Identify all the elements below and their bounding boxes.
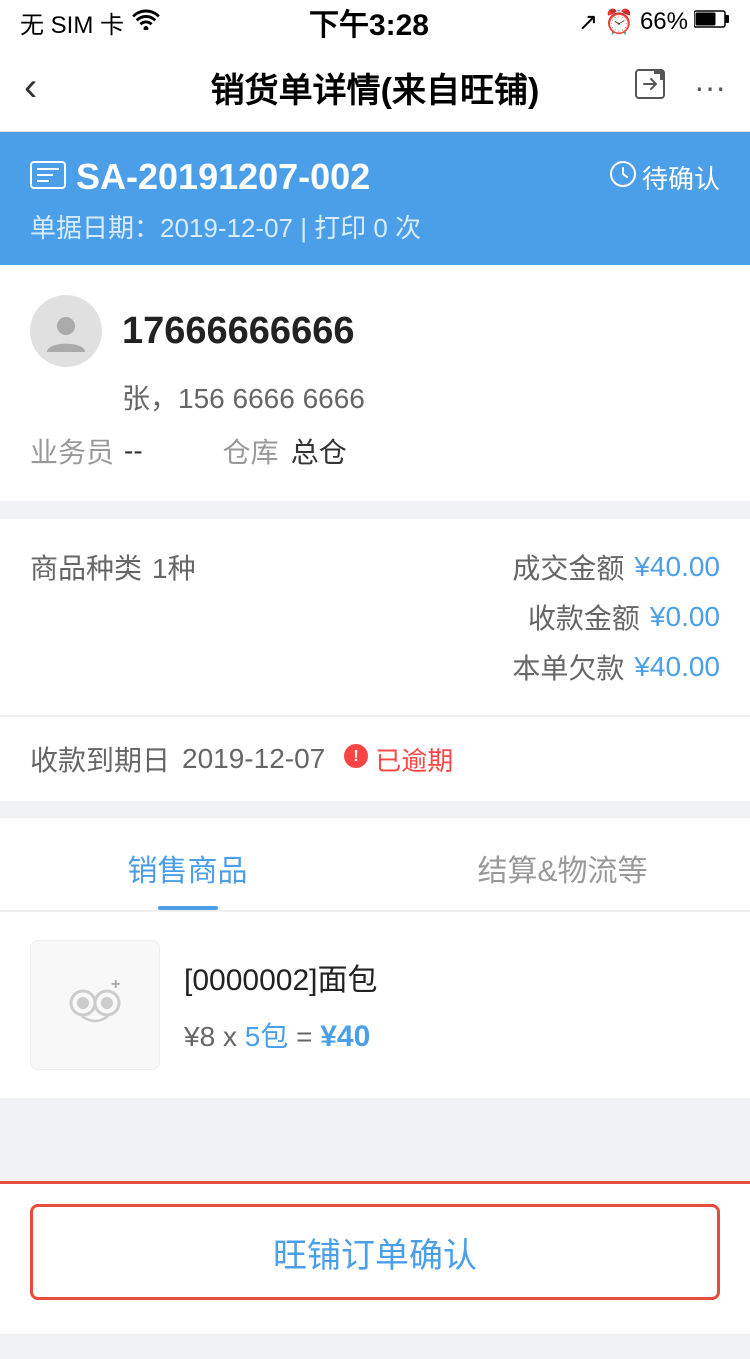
summary-row: 商品种类 1种 成交金额 ¥40.00 收款金额 ¥0.00 本单欠款 ¥40.… bbox=[30, 547, 720, 687]
avatar bbox=[30, 295, 102, 367]
overdue-label: 已逾期 bbox=[375, 741, 453, 778]
debt-amount-value: ¥40.00 bbox=[634, 651, 720, 683]
product-item: + [0000002]面包 ¥8 x 5包 = ¥40 bbox=[0, 912, 750, 1099]
order-header: SA-20191207-002 待确认 单据日期：2019-12-07 | 打印… bbox=[0, 132, 750, 265]
svg-text:+: + bbox=[111, 976, 120, 993]
overdue-badge: ! 已逾期 bbox=[343, 741, 453, 778]
warehouse-label: 仓库 bbox=[223, 431, 279, 471]
location-icon: ↗ bbox=[578, 8, 598, 37]
status-bar: 无 SIM 卡 下午3:28 ↗ ⏰ 66% bbox=[0, 0, 750, 44]
salesperson-value: -- bbox=[124, 435, 143, 466]
alarm-icon: ⏰ bbox=[604, 8, 634, 37]
order-id: SA-20191207-002 bbox=[30, 156, 370, 198]
confirm-order-button[interactable]: 旺铺订单确认 bbox=[30, 1204, 720, 1300]
tab-sales-products[interactable]: 销售商品 bbox=[0, 818, 375, 910]
due-date-label: 收款到期日 bbox=[30, 739, 170, 779]
deal-amount-label: 成交金额 bbox=[512, 547, 624, 587]
products-section: + [0000002]面包 ¥8 x 5包 = ¥40 bbox=[0, 912, 750, 1099]
tab-settlement-logistics[interactable]: 结算&物流等 bbox=[375, 818, 750, 910]
product-price: ¥8 bbox=[184, 1021, 215, 1052]
share-icon[interactable] bbox=[634, 68, 666, 108]
page-title: 销货单详情(来自旺铺) bbox=[211, 63, 540, 112]
no-sim-label: 无 SIM 卡 bbox=[20, 5, 124, 40]
due-date-value: 2019-12-07 bbox=[182, 743, 325, 775]
customer-card: 17666666666 张，156 6666 6666 业务员 -- 仓库 总仓 bbox=[0, 265, 750, 502]
warehouse-value: 总仓 bbox=[291, 437, 347, 468]
order-meta: 单据日期：2019-12-07 | 打印 0 次 bbox=[30, 208, 720, 245]
status-bar-time: 下午3:28 bbox=[309, 0, 429, 44]
debt-amount-label: 本单欠款 bbox=[512, 647, 624, 687]
product-types-value: 1种 bbox=[152, 547, 196, 587]
order-header-top: SA-20191207-002 待确认 bbox=[30, 156, 720, 198]
deal-amount-value: ¥40.00 bbox=[634, 551, 720, 583]
collected-amount-value: ¥0.00 bbox=[650, 601, 720, 633]
more-icon[interactable]: ··· bbox=[694, 69, 726, 106]
nav-actions: ··· bbox=[634, 68, 726, 108]
customer-name: 张，156 6666 6666 bbox=[122, 377, 720, 417]
collected-amount-label: 收款金额 bbox=[528, 597, 640, 637]
svg-text:!: ! bbox=[354, 748, 359, 765]
clock-icon bbox=[610, 161, 636, 194]
status-bar-left: 无 SIM 卡 bbox=[20, 5, 160, 40]
product-price-row: ¥8 x 5包 = ¥40 bbox=[184, 1015, 720, 1055]
customer-phone: 17666666666 bbox=[122, 310, 354, 353]
deal-amount-row: 成交金额 ¥40.00 bbox=[512, 547, 720, 587]
order-status: 待确认 bbox=[610, 159, 720, 196]
summary-card: 商品种类 1种 成交金额 ¥40.00 收款金额 ¥0.00 本单欠款 ¥40.… bbox=[0, 518, 750, 716]
status-bar-right: ↗ ⏰ 66% bbox=[578, 8, 730, 37]
debt-amount-row: 本单欠款 ¥40.00 bbox=[512, 647, 720, 687]
summary-right: 成交金额 ¥40.00 收款金额 ¥0.00 本单欠款 ¥40.00 bbox=[512, 547, 720, 687]
wifi-icon bbox=[132, 8, 160, 37]
product-info: [0000002]面包 ¥8 x 5包 = ¥40 bbox=[184, 955, 720, 1055]
due-date-row: 收款到期日 2019-12-07 ! 已逾期 bbox=[0, 716, 750, 802]
product-name: [0000002]面包 bbox=[184, 955, 720, 999]
order-icon bbox=[30, 156, 66, 198]
salesperson-label: 业务员 bbox=[30, 431, 114, 471]
nav-bar: ‹ 销货单详情(来自旺铺) ··· bbox=[0, 44, 750, 132]
product-quantity: 5包 bbox=[245, 1021, 289, 1052]
tabs-container: 销售商品 结算&物流等 bbox=[0, 818, 750, 912]
overdue-icon: ! bbox=[343, 743, 369, 776]
battery-label: 66% bbox=[640, 8, 688, 36]
customer-top: 17666666666 bbox=[30, 295, 720, 367]
customer-info-row: 业务员 -- 仓库 总仓 bbox=[30, 431, 720, 471]
product-image: + bbox=[30, 940, 160, 1070]
back-button[interactable]: ‹ bbox=[24, 65, 57, 110]
collected-amount-row: 收款金额 ¥0.00 bbox=[528, 597, 720, 637]
product-types-label: 商品种类 bbox=[30, 547, 142, 587]
battery-icon bbox=[694, 8, 730, 36]
product-types: 商品种类 1种 bbox=[30, 547, 196, 587]
confirm-btn-container: 旺铺订单确认 bbox=[0, 1181, 750, 1334]
product-total: ¥40 bbox=[320, 1020, 370, 1053]
